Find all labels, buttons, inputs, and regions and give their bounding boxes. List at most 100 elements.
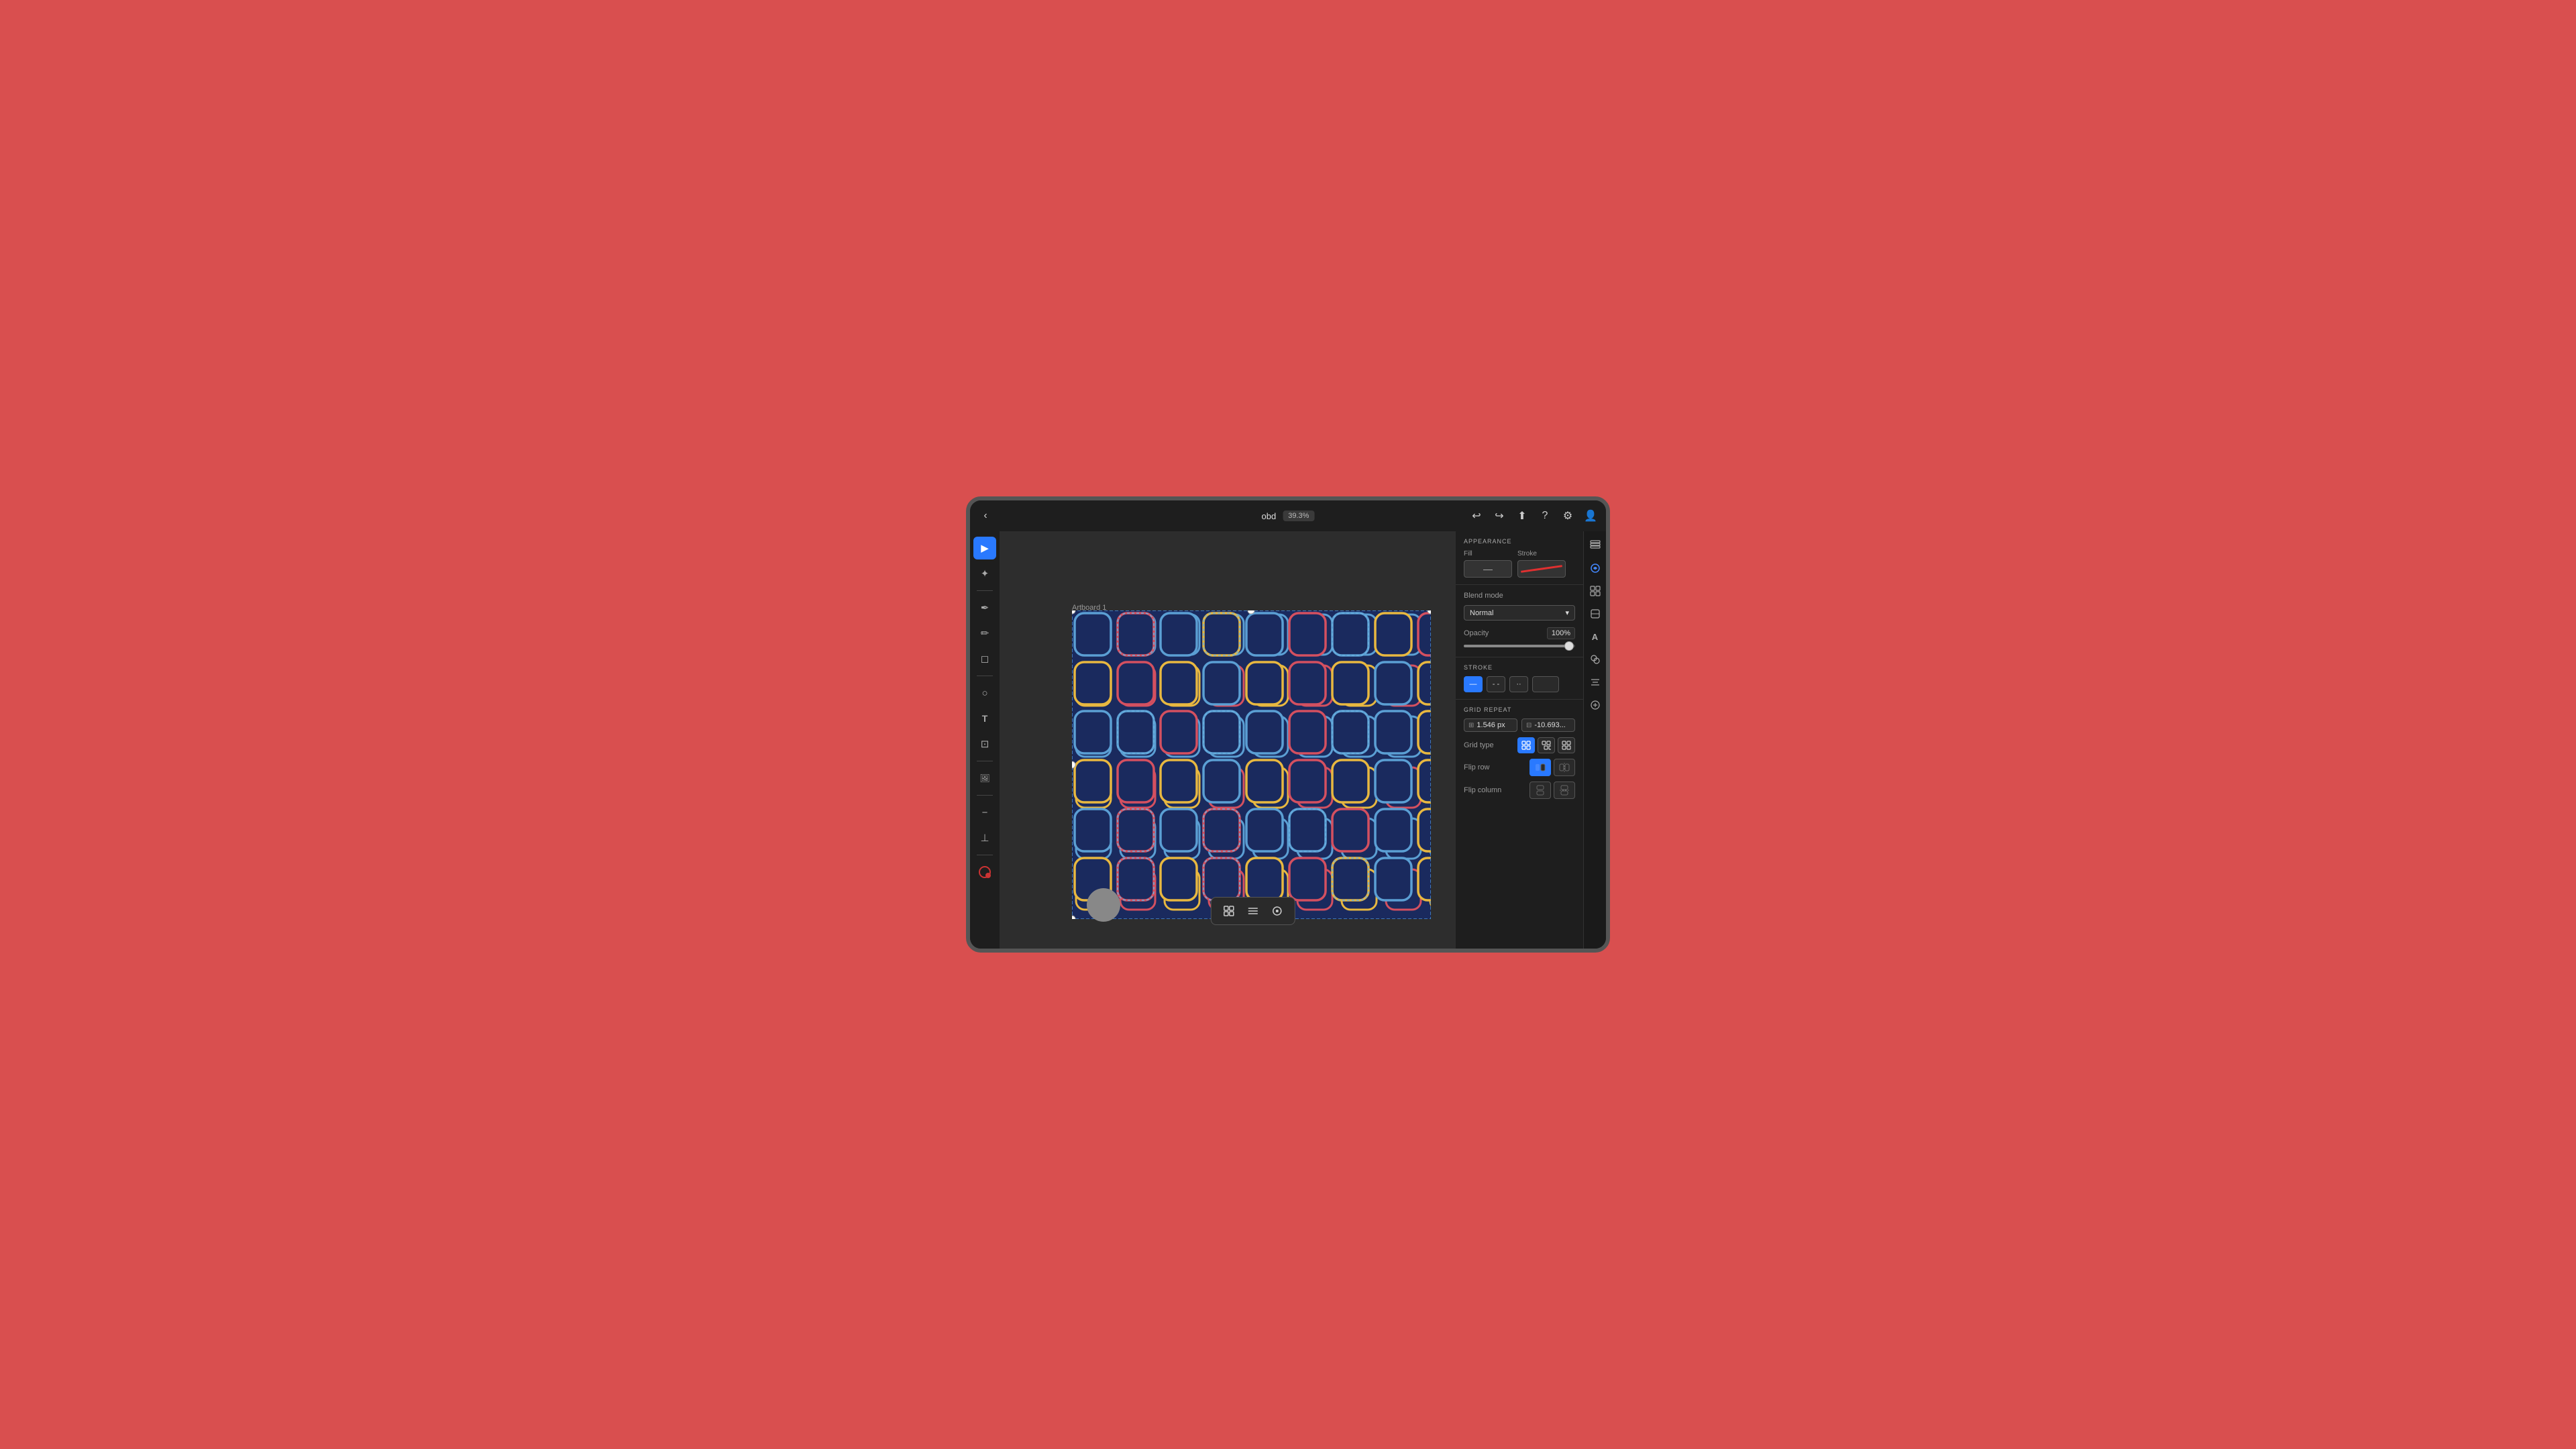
stroke-color-btn[interactable] <box>973 861 996 883</box>
grid-height-value: -10.693... <box>1534 721 1565 729</box>
stroke-item: Stroke <box>1517 550 1566 578</box>
toolbar-separator-1 <box>977 590 993 591</box>
stroke-dashed-btn[interactable]: - - <box>1487 676 1505 692</box>
crop-tool[interactable]: ⊡ <box>973 733 996 755</box>
stroke-solid-btn[interactable]: — <box>1464 676 1483 692</box>
grid-type-brick-v-btn[interactable] <box>1558 737 1575 753</box>
grid-height-icon: ⊟ <box>1526 722 1532 729</box>
blend-mode-chevron: ▾ <box>1565 608 1569 617</box>
fill-stroke-row: Fill — Stroke <box>1464 550 1575 578</box>
stroke-value-input[interactable] <box>1532 676 1559 692</box>
grid-section: GRID REPEAT ⊞ 1.546 px ⊟ -10.693... Grid… <box>1456 700 1583 811</box>
blend-mode-select[interactable]: Normal ▾ <box>1464 605 1575 621</box>
minus-tool[interactable]: − <box>973 801 996 824</box>
assets-panel-icon[interactable] <box>1587 582 1604 600</box>
undo-button[interactable]: ↩ <box>1469 508 1484 523</box>
fill-swatch[interactable]: — <box>1464 560 1512 578</box>
appearance-section: APPEARANCE Fill — Stroke <box>1456 531 1583 585</box>
pattern-svg <box>1072 610 1431 919</box>
flip-column-row: Flip column <box>1464 782 1575 799</box>
toolbar-separator-4 <box>977 795 993 796</box>
opacity-container: Opacity 100% <box>1464 627 1575 647</box>
blend-mode-row: Blend mode <box>1464 592 1575 600</box>
grid-width-value: 1.546 px <box>1477 721 1505 729</box>
stroke-section-title: STROKE <box>1464 664 1575 671</box>
ellipse-tool[interactable]: ○ <box>973 682 996 704</box>
select-tool[interactable]: ▶ <box>973 537 996 559</box>
blend-mode-label: Blend mode <box>1464 592 1503 600</box>
character-panel-icon[interactable]: A <box>1587 628 1604 645</box>
stroke-red-line <box>1521 565 1562 573</box>
bottom-appearance-btn[interactable] <box>1268 902 1287 920</box>
flip-row-row: Flip row <box>1464 759 1575 776</box>
align-panel-icon[interactable] <box>1587 674 1604 691</box>
zoom-level[interactable]: 39.3% <box>1283 511 1314 521</box>
grid-width-input[interactable]: ⊞ 1.546 px <box>1464 718 1517 732</box>
grid-size-row: ⊞ 1.546 px ⊟ -10.693... <box>1464 718 1575 732</box>
opacity-row: Opacity 100% <box>1464 627 1575 639</box>
text-tool[interactable]: T <box>973 707 996 730</box>
flip-column-label: Flip column <box>1464 786 1501 794</box>
grid-width-icon: ⊞ <box>1468 722 1474 729</box>
flip-row-flipped-btn[interactable] <box>1554 759 1575 776</box>
grid-repeat-title: GRID REPEAT <box>1464 706 1575 713</box>
fill-label: Fill <box>1464 550 1512 557</box>
image-tool[interactable]: 🖼 <box>973 767 996 790</box>
flip-column-normal-btn[interactable] <box>1529 782 1551 799</box>
char-icon-text: A <box>1592 632 1598 642</box>
grid-type-grid-btn[interactable] <box>1517 737 1535 753</box>
flip-row-buttons <box>1529 759 1575 776</box>
layers-panel-icon[interactable] <box>1587 537 1604 554</box>
stroke-dotted-btn[interactable]: ·· <box>1509 676 1528 692</box>
redo-button[interactable]: ↪ <box>1492 508 1507 523</box>
eraser-tool[interactable]: ◻ <box>973 647 996 670</box>
float-action-button[interactable] <box>1087 888 1120 922</box>
pattern-canvas <box>1072 610 1431 919</box>
opacity-value: 100% <box>1547 627 1575 639</box>
flip-column-flipped-btn[interactable] <box>1554 782 1575 799</box>
fill-dash: — <box>1483 564 1493 574</box>
share-button[interactable]: ⬆ <box>1515 508 1529 523</box>
flip-column-buttons <box>1529 782 1575 799</box>
pathfinder-panel-icon[interactable] <box>1587 651 1604 668</box>
direct-select-tool[interactable]: ✦ <box>973 562 996 585</box>
top-bar-right: ↩ ↪ ⬆ ? ⚙ 👤 <box>1469 508 1598 523</box>
appearance-title: APPEARANCE <box>1464 538 1575 545</box>
stroke-section: STROKE — - - ·· <box>1456 657 1583 700</box>
flip-row-normal-btn[interactable] <box>1529 759 1551 776</box>
device-frame: ‹ obd 39.3% ↩ ↪ ⬆ ? ⚙ 👤 ▶ ✦ ✒ ✏ ◻ ○ T ⊡ <box>966 496 1610 953</box>
back-button[interactable]: ‹ <box>978 508 993 523</box>
right-panel-container: APPEARANCE Fill — Stroke <box>1456 531 1606 949</box>
stroke-options-row: — - - ·· <box>1464 676 1575 692</box>
help-button[interactable]: ? <box>1538 508 1552 523</box>
user-button[interactable]: 👤 <box>1583 508 1598 523</box>
pencil-tool[interactable]: ✏ <box>973 622 996 645</box>
settings-button[interactable]: ⚙ <box>1560 508 1575 523</box>
blend-mode-value: Normal <box>1470 609 1493 617</box>
grid-type-label: Grid type <box>1464 741 1494 749</box>
fill-item: Fill — <box>1464 550 1512 578</box>
canvas-area[interactable]: Artboard 1 <box>1000 531 1456 949</box>
appearance-panel-icon[interactable] <box>1587 559 1604 577</box>
pen-tool[interactable]: ✒ <box>973 596 996 619</box>
opacity-slider-fill <box>1464 645 1572 647</box>
opacity-slider-track[interactable] <box>1464 645 1575 647</box>
right-panel: APPEARANCE Fill — Stroke <box>1456 531 1583 949</box>
main-area: ▶ ✦ ✒ ✏ ◻ ○ T ⊡ 🖼 − ⊥ Artboard 1 <box>970 531 1606 949</box>
grid-height-input[interactable]: ⊟ -10.693... <box>1521 718 1575 732</box>
transform-panel-icon[interactable] <box>1587 605 1604 623</box>
doc-title: obd <box>1262 511 1277 521</box>
top-bar: ‹ obd 39.3% ↩ ↪ ⬆ ? ⚙ 👤 <box>970 500 1606 531</box>
bottom-mini-toolbar <box>1211 897 1295 925</box>
adjust-tool[interactable]: ⊥ <box>973 826 996 849</box>
flip-row-label: Flip row <box>1464 763 1490 771</box>
opacity-slider-thumb[interactable] <box>1564 641 1574 651</box>
top-bar-center: obd 39.3% <box>1262 511 1315 521</box>
grid-type-row: Grid type <box>1464 737 1575 753</box>
more-panel-icon[interactable] <box>1587 696 1604 714</box>
stroke-swatch[interactable] <box>1517 560 1566 578</box>
bottom-list-btn[interactable] <box>1244 902 1263 920</box>
grid-type-brick-h-btn[interactable] <box>1538 737 1555 753</box>
stroke-label: Stroke <box>1517 550 1566 557</box>
bottom-grid-btn[interactable] <box>1220 902 1238 920</box>
